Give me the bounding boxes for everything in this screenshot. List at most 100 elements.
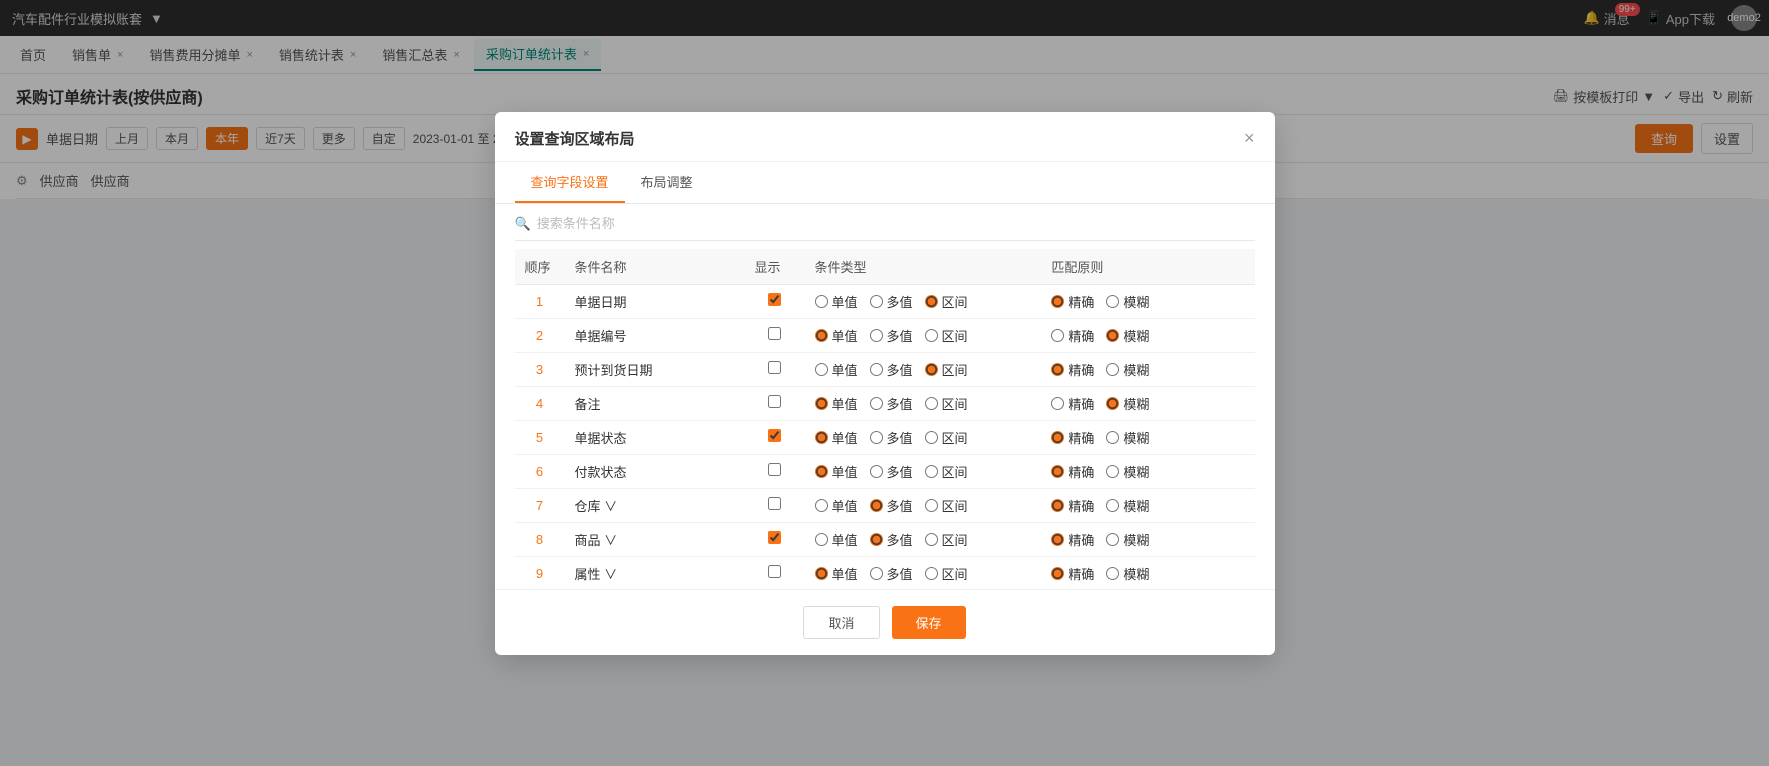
match-fuzzy-option[interactable]: 模糊 xyxy=(1106,530,1149,549)
conditions-table-scroll[interactable]: 顺序 条件名称 显示 条件类型 匹配原则 1单据日期单值多值区间精确模糊2单据编… xyxy=(515,249,1255,589)
type-range-option[interactable]: 区间 xyxy=(925,496,968,515)
type-single-option[interactable]: 单值 xyxy=(815,292,858,311)
type-range-option[interactable]: 区间 xyxy=(925,428,968,447)
type-multi-option[interactable]: 多值 xyxy=(870,530,913,549)
table-row: 2单据编号单值多值区间精确模糊 xyxy=(515,318,1255,352)
show-checkbox[interactable] xyxy=(768,531,781,544)
type-range-option[interactable]: 区间 xyxy=(925,564,968,583)
table-row: 9属性 ∨单值多值区间精确模糊 xyxy=(515,556,1255,589)
match-exact-option[interactable]: 精确 xyxy=(1051,360,1094,379)
condition-search-box: 🔍 xyxy=(515,216,1255,241)
match-fuzzy-option[interactable]: 模糊 xyxy=(1106,292,1149,311)
row-match-cell: 精确模糊 xyxy=(1041,318,1254,352)
modal-tabs: 查询字段设置 布局调整 xyxy=(495,162,1275,204)
table-row: 5单据状态单值多值区间精确模糊 xyxy=(515,420,1255,454)
row-show-cell xyxy=(745,488,805,522)
row-match-cell: 精确模糊 xyxy=(1041,284,1254,318)
condition-search-input[interactable] xyxy=(537,216,737,231)
type-range-option[interactable]: 区间 xyxy=(925,360,968,379)
show-checkbox[interactable] xyxy=(768,327,781,340)
type-multi-option[interactable]: 多值 xyxy=(870,496,913,515)
type-multi-option[interactable]: 多值 xyxy=(870,428,913,447)
row-type-cell: 单值多值区间 xyxy=(805,386,1042,420)
type-single-option[interactable]: 单值 xyxy=(815,394,858,413)
th-match: 匹配原则 xyxy=(1041,249,1254,285)
show-checkbox[interactable] xyxy=(768,463,781,476)
type-multi-option[interactable]: 多值 xyxy=(870,394,913,413)
th-type: 条件类型 xyxy=(805,249,1042,285)
type-range-option[interactable]: 区间 xyxy=(925,530,968,549)
match-exact-option[interactable]: 精确 xyxy=(1051,428,1094,447)
match-fuzzy-option[interactable]: 模糊 xyxy=(1106,564,1149,583)
table-row: 1单据日期单值多值区间精确模糊 xyxy=(515,284,1255,318)
modal-overlay: 设置查询区域布局 × 查询字段设置 布局调整 🔍 顺序 条件名称 xyxy=(0,0,1769,766)
row-type-cell: 单值多值区间 xyxy=(805,318,1042,352)
row-match-cell: 精确模糊 xyxy=(1041,522,1254,556)
match-exact-option[interactable]: 精确 xyxy=(1051,530,1094,549)
match-exact-option[interactable]: 精确 xyxy=(1051,292,1094,311)
show-checkbox[interactable] xyxy=(768,293,781,306)
match-exact-option[interactable]: 精确 xyxy=(1051,496,1094,515)
match-fuzzy-option[interactable]: 模糊 xyxy=(1106,462,1149,481)
type-single-option[interactable]: 单值 xyxy=(815,326,858,345)
type-range-option[interactable]: 区间 xyxy=(925,292,968,311)
type-single-option[interactable]: 单值 xyxy=(815,530,858,549)
type-range-option[interactable]: 区间 xyxy=(925,326,968,345)
th-name: 条件名称 xyxy=(565,249,745,285)
show-checkbox[interactable] xyxy=(768,565,781,578)
th-seq: 顺序 xyxy=(515,249,565,285)
match-fuzzy-option[interactable]: 模糊 xyxy=(1106,360,1149,379)
match-fuzzy-option[interactable]: 模糊 xyxy=(1106,496,1149,515)
row-name: 仓库 ∨ xyxy=(565,488,745,522)
row-seq: 2 xyxy=(515,318,565,352)
type-multi-option[interactable]: 多值 xyxy=(870,326,913,345)
row-type-cell: 单值多值区间 xyxy=(805,522,1042,556)
table-row: 4备注单值多值区间精确模糊 xyxy=(515,386,1255,420)
row-show-cell xyxy=(745,454,805,488)
modal-header: 设置查询区域布局 × xyxy=(495,112,1275,162)
row-name: 预计到货日期 xyxy=(565,352,745,386)
type-range-option[interactable]: 区间 xyxy=(925,462,968,481)
modal: 设置查询区域布局 × 查询字段设置 布局调整 🔍 顺序 条件名称 xyxy=(495,112,1275,655)
row-type-cell: 单值多值区间 xyxy=(805,420,1042,454)
type-multi-option[interactable]: 多值 xyxy=(870,462,913,481)
type-single-option[interactable]: 单值 xyxy=(815,496,858,515)
match-fuzzy-option[interactable]: 模糊 xyxy=(1106,394,1149,413)
show-checkbox[interactable] xyxy=(768,361,781,374)
row-name: 单据日期 xyxy=(565,284,745,318)
modal-tab-query-fields[interactable]: 查询字段设置 xyxy=(515,162,625,203)
show-checkbox[interactable] xyxy=(768,497,781,510)
match-exact-option[interactable]: 精确 xyxy=(1051,326,1094,345)
match-exact-option[interactable]: 精确 xyxy=(1051,462,1094,481)
cancel-button[interactable]: 取消 xyxy=(803,606,879,639)
show-checkbox[interactable] xyxy=(768,395,781,408)
show-checkbox[interactable] xyxy=(768,429,781,442)
match-exact-option[interactable]: 精确 xyxy=(1051,394,1094,413)
type-multi-option[interactable]: 多值 xyxy=(870,292,913,311)
modal-close-button[interactable]: × xyxy=(1244,128,1255,149)
row-show-cell xyxy=(745,556,805,589)
row-seq: 3 xyxy=(515,352,565,386)
type-single-option[interactable]: 单值 xyxy=(815,462,858,481)
row-match-cell: 精确模糊 xyxy=(1041,556,1254,589)
type-single-option[interactable]: 单值 xyxy=(815,428,858,447)
row-seq: 5 xyxy=(515,420,565,454)
table-row: 7仓库 ∨单值多值区间精确模糊 xyxy=(515,488,1255,522)
match-fuzzy-option[interactable]: 模糊 xyxy=(1106,428,1149,447)
type-single-option[interactable]: 单值 xyxy=(815,360,858,379)
type-multi-option[interactable]: 多值 xyxy=(870,360,913,379)
row-match-cell: 精确模糊 xyxy=(1041,386,1254,420)
match-fuzzy-option[interactable]: 模糊 xyxy=(1106,326,1149,345)
type-range-option[interactable]: 区间 xyxy=(925,394,968,413)
row-name: 单据编号 xyxy=(565,318,745,352)
row-type-cell: 单值多值区间 xyxy=(805,488,1042,522)
search-icon: 🔍 xyxy=(515,216,531,232)
row-match-cell: 精确模糊 xyxy=(1041,454,1254,488)
type-multi-option[interactable]: 多值 xyxy=(870,564,913,583)
modal-tab-layout[interactable]: 布局调整 xyxy=(625,162,709,203)
type-single-option[interactable]: 单值 xyxy=(815,564,858,583)
modal-title: 设置查询区域布局 xyxy=(515,128,635,149)
save-button[interactable]: 保存 xyxy=(892,606,966,639)
match-exact-option[interactable]: 精确 xyxy=(1051,564,1094,583)
row-name: 单据状态 xyxy=(565,420,745,454)
